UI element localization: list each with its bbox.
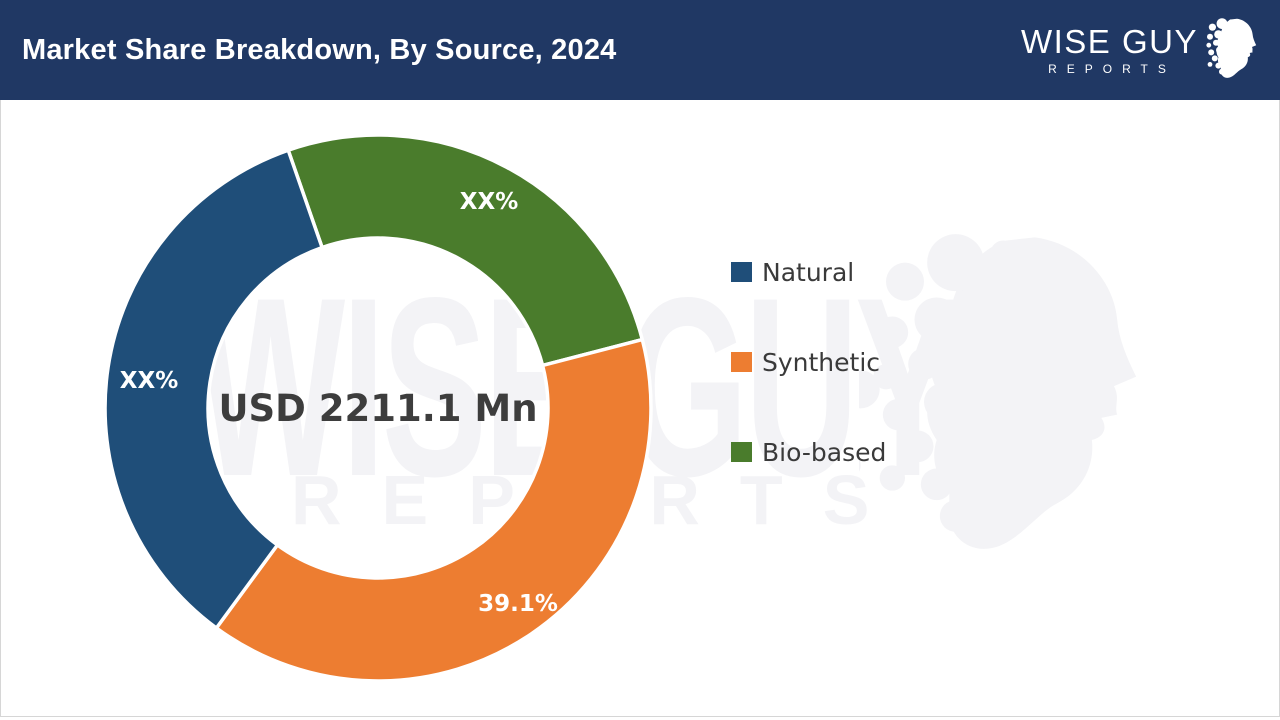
legend-label-synthetic: Synthetic	[762, 347, 881, 377]
legend-swatch-bio-based	[731, 442, 752, 462]
legend-swatch-natural	[731, 262, 752, 282]
report-page: Market Share Breakdown, By Source, 2024 …	[0, 0, 1280, 720]
legend-swatch-synthetic	[731, 352, 752, 372]
donut-center-value: USD 2211.1 Mn	[218, 387, 537, 430]
chart-legend: Natural Synthetic Bio-based	[731, 257, 887, 467]
legend-item-natural: Natural	[731, 257, 886, 287]
donut-chart: XX% XX% 39.1% USD 2211.1 Mn	[103, 133, 653, 683]
slice-label-synthetic: 39.1%	[478, 591, 558, 617]
logo-head-icon	[1206, 18, 1257, 78]
slice-bio-based	[286, 133, 645, 368]
legend-label-natural: Natural	[762, 257, 855, 287]
header-bar: Market Share Breakdown, By Source, 2024 …	[0, 0, 1280, 100]
page-title: Market Share Breakdown, By Source, 2024	[22, 33, 617, 66]
legend-item-bio-based: Bio-based	[731, 437, 887, 467]
wise-guy-logo: WISE GUY REPORTS	[1021, 0, 1264, 100]
legend-item-synthetic: Synthetic	[731, 347, 886, 377]
slice-label-natural: XX%	[120, 368, 179, 394]
legend-label-bio-based: Bio-based	[762, 437, 887, 467]
logo-subtitle: REPORTS	[1048, 61, 1176, 76]
logo-text: WISE GUY REPORTS	[1020, 22, 1198, 76]
slice-label-bio-based: XX%	[460, 189, 519, 215]
chart-area: WISE GUY REPORTS	[0, 100, 1280, 717]
watermark-head-icon	[859, 234, 1137, 549]
logo-wordmark: WISE GUY	[1020, 22, 1198, 60]
